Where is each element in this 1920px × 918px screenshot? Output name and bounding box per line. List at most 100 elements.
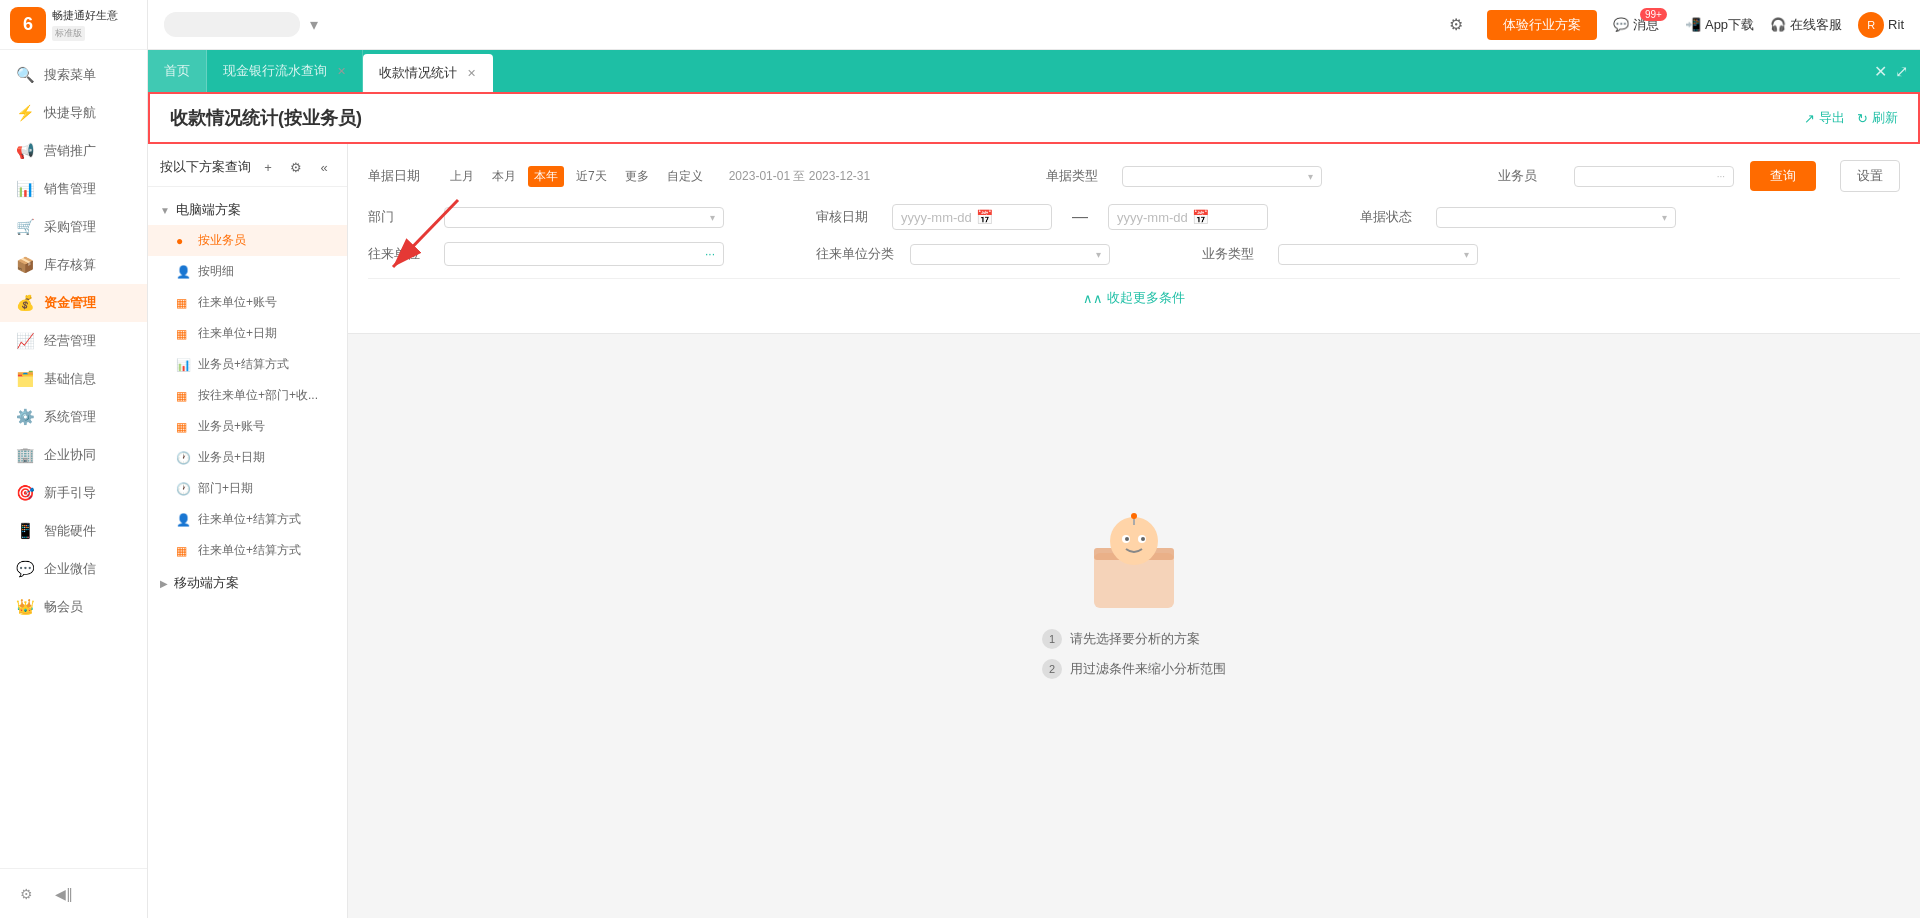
export-btn[interactable]: ↗ 导出 <box>1804 109 1845 127</box>
sidebar-item-basic-info[interactable]: 🗂️ 基础信息 <box>0 360 147 398</box>
wechat-icon: 💬 <box>16 560 34 578</box>
scheme-item-partner-account[interactable]: ▦ 往来单位+账号 <box>148 287 347 318</box>
scheme-item-partner-date[interactable]: ▦ 往来单位+日期 <box>148 318 347 349</box>
query-btn[interactable]: 查询 <box>1750 161 1816 191</box>
user-info[interactable]: R Rit <box>1858 12 1904 38</box>
breadcrumb-dropdown[interactable]: ▾ <box>310 15 318 34</box>
more-date-btn[interactable]: 更多 <box>619 166 655 187</box>
header-gear-btn[interactable]: ⚙ <box>1441 10 1471 40</box>
message-area[interactable]: 💬 消息 99+ <box>1613 16 1659 34</box>
sidebar-item-operation[interactable]: 📈 经营管理 <box>0 322 147 360</box>
window-close-btn[interactable]: ✕ <box>1874 62 1887 81</box>
sidebar-item-marketing[interactable]: 📢 营销推广 <box>0 132 147 170</box>
sidebar-item-quick-nav[interactable]: ⚡ 快捷导航 <box>0 94 147 132</box>
scheme-icon: ▦ <box>176 296 192 310</box>
sidebar-item-smart-hw[interactable]: 📱 智能硬件 <box>0 512 147 550</box>
tree-group-mobile-header[interactable]: ▶ 移动端方案 <box>148 568 347 598</box>
sidebar-item-sales[interactable]: 📊 销售管理 <box>0 170 147 208</box>
last-month-btn[interactable]: 上月 <box>444 166 480 187</box>
sidebar-settings-btn[interactable]: ⚙ <box>12 880 40 908</box>
scheme-item-by-salesperson[interactable]: ● 按业务员 <box>148 225 347 256</box>
scheme-icon-person: ● <box>176 234 192 248</box>
empty-state: 1 请先选择要分析的方案 2 用过滤条件来缩小分析范围 <box>348 334 1920 918</box>
scheme-item-partner-dept-collect[interactable]: ▦ 按往来单位+部门+收... <box>148 380 347 411</box>
sidebar-item-member[interactable]: 👑 畅会员 <box>0 588 147 626</box>
scheme-label: 业务员+日期 <box>198 449 265 466</box>
window-maximize-btn[interactable]: ⤢ <box>1895 62 1908 81</box>
review-date-end[interactable]: yyyy-mm-dd 📅 <box>1108 204 1268 230</box>
sidebar-item-guide[interactable]: 🎯 新手引导 <box>0 474 147 512</box>
tab-receipt-stats-close[interactable]: ✕ <box>467 67 476 80</box>
salesperson-select[interactable]: ··· <box>1574 166 1734 187</box>
last-7-btn[interactable]: 近7天 <box>570 166 613 187</box>
tree-toggle-desktop: ▼ <box>160 205 170 216</box>
filter-settings-btn[interactable]: 设置 <box>1840 160 1900 192</box>
calendar-end-icon[interactable]: 📅 <box>1192 209 1209 225</box>
tab-receipt-stats[interactable]: 收款情况统计 ✕ <box>363 54 493 92</box>
custom-date-btn[interactable]: 自定义 <box>661 166 709 187</box>
scheme-item-by-detail[interactable]: 👤 按明细 <box>148 256 347 287</box>
sidebar-item-enterprise[interactable]: 🏢 企业协同 <box>0 436 147 474</box>
scheme-icon: 👤 <box>176 265 192 279</box>
voucher-status-select[interactable]: ▾ <box>1436 207 1676 228</box>
business-type-select[interactable]: ▾ <box>1278 244 1478 265</box>
scheme-item-dept-date[interactable]: 🕐 部门+日期 <box>148 473 347 504</box>
salesperson-chevron: ··· <box>1717 171 1725 182</box>
sidebar-item-label: 基础信息 <box>44 370 96 388</box>
sidebar-item-wechat[interactable]: 💬 企业微信 <box>0 550 147 588</box>
app-download-btn[interactable]: 📲 App下载 <box>1685 16 1754 34</box>
sidebar-item-purchase[interactable]: 🛒 采购管理 <box>0 208 147 246</box>
tab-bank-flow[interactable]: 现金银行流水查询 ✕ <box>207 50 363 92</box>
scheme-item-sales-settlement[interactable]: 📊 业务员+结算方式 <box>148 349 347 380</box>
sidebar-item-label: 销售管理 <box>44 180 96 198</box>
online-service-btn[interactable]: 🎧 在线客服 <box>1770 16 1842 34</box>
page-title-bar: 收款情况统计(按业务员) ↗ 导出 ↻ 刷新 <box>148 92 1920 144</box>
title-actions: ↗ 导出 ↻ 刷新 <box>1804 109 1898 127</box>
refresh-btn[interactable]: ↻ 刷新 <box>1857 109 1898 127</box>
voucher-type-select[interactable]: ▾ <box>1122 166 1322 187</box>
marketing-icon: 📢 <box>16 142 34 160</box>
scheme-item-sales-account[interactable]: ▦ 业务员+账号 <box>148 411 347 442</box>
sidebar-item-search-menu[interactable]: 🔍 搜索菜单 <box>0 56 147 94</box>
trial-btn[interactable]: 体验行业方案 <box>1487 10 1597 40</box>
partner-category-select[interactable]: ▾ <box>910 244 1110 265</box>
sidebar-item-inventory[interactable]: 📦 库存核算 <box>0 246 147 284</box>
tab-home[interactable]: 首页 <box>148 50 207 92</box>
empty-illustration <box>1074 513 1194 613</box>
tab-bank-flow-close[interactable]: ✕ <box>337 65 346 78</box>
tree-group-desktop-label: 电脑端方案 <box>176 201 241 219</box>
tree-group-desktop-header[interactable]: ▼ 电脑端方案 <box>148 195 347 225</box>
tree-group-mobile-label: 移动端方案 <box>174 574 239 592</box>
logo-icon: 6 <box>10 7 46 43</box>
sidebar-item-label: 智能硬件 <box>44 522 96 540</box>
panel-collapse-btn[interactable]: « <box>313 156 335 178</box>
sidebar-item-system[interactable]: ⚙️ 系统管理 <box>0 398 147 436</box>
sidebar-collapse-btn[interactable]: ◀‖ <box>50 880 78 908</box>
sidebar-item-finance[interactable]: 💰 资金管理 <box>0 284 147 322</box>
partner-category-chevron: ▾ <box>1096 249 1101 260</box>
scheme-item-sales-date[interactable]: 🕐 业务员+日期 <box>148 442 347 473</box>
this-month-btn[interactable]: 本月 <box>486 166 522 187</box>
scheme-item-partner-settlement2[interactable]: ▦ 往来单位+结算方式 <box>148 535 347 566</box>
sidebar-footer: ⚙ ◀‖ <box>0 868 147 918</box>
tree-group-mobile: ▶ 移动端方案 <box>148 568 347 598</box>
collapse-more-btn[interactable]: ∧∧ 收起更多条件 <box>368 278 1900 317</box>
dept-select[interactable]: ▾ <box>444 207 724 228</box>
review-date-start[interactable]: yyyy-mm-dd 📅 <box>892 204 1052 230</box>
voucher-type-chevron: ▾ <box>1308 171 1313 182</box>
filter-row-3: 往来单位 ··· 往来单位分类 ▾ 业务类型 <box>368 242 1900 266</box>
date-range-display: 2023-01-01 至 2023-12-31 <box>729 168 870 185</box>
scheme-item-partner-settlement1[interactable]: 👤 往来单位+结算方式 <box>148 504 347 535</box>
review-date-label: 审核日期 <box>816 208 876 226</box>
member-icon: 👑 <box>16 598 34 616</box>
add-scheme-btn[interactable]: + <box>257 156 279 178</box>
partner-select[interactable]: ··· <box>444 242 724 266</box>
calendar-start-icon[interactable]: 📅 <box>976 209 993 225</box>
date-label: 单据日期 <box>368 167 428 185</box>
partner-more-btn[interactable]: ··· <box>705 247 715 261</box>
scheme-icon: ▦ <box>176 389 192 403</box>
this-year-btn[interactable]: 本年 <box>528 166 564 187</box>
sidebar-nav: 🔍 搜索菜单 ⚡ 快捷导航 📢 营销推广 📊 销售管理 🛒 采购管理 📦 库存核… <box>0 50 147 868</box>
scheme-settings-btn[interactable]: ⚙ <box>285 156 307 178</box>
window-btns: ✕ ⤢ <box>1862 50 1920 92</box>
